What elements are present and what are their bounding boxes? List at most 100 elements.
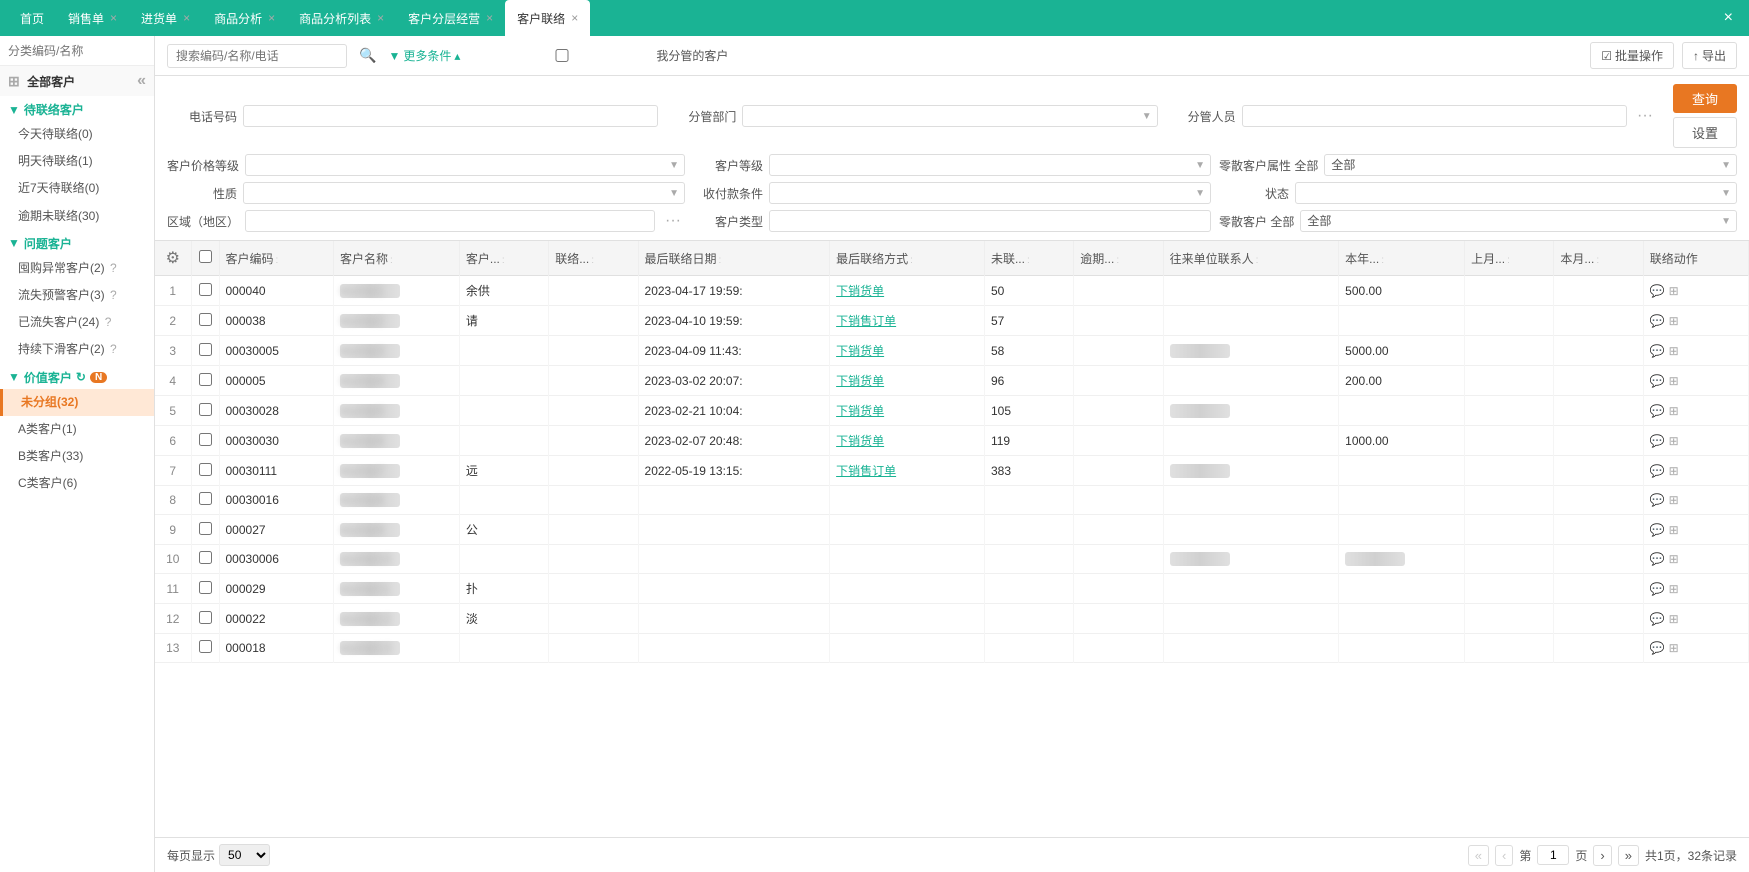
chat-icon[interactable]: 💬 (1650, 314, 1665, 328)
query-button[interactable]: 查询 (1673, 84, 1737, 113)
sidebar-item-churned[interactable]: 已流失客户(24) ? (0, 309, 154, 336)
close-icon[interactable]: × (268, 11, 275, 25)
cell-checkbox[interactable] (191, 276, 219, 306)
tab-product-analysis-list[interactable]: 商品分析列表 × (287, 0, 396, 36)
sidebar-item-declining[interactable]: 持续下滑客户(2) ? (0, 336, 154, 363)
cell-checkbox[interactable] (191, 336, 219, 366)
row-checkbox[interactable] (199, 551, 212, 564)
chat-icon[interactable]: 💬 (1650, 284, 1665, 298)
more-action-icon[interactable]: ⊞ (1669, 493, 1679, 507)
chat-icon[interactable]: 💬 (1650, 612, 1665, 626)
cell-checkbox[interactable] (191, 515, 219, 545)
prev-page-button[interactable]: ‹ (1495, 845, 1513, 866)
more-action-icon[interactable]: ⊞ (1669, 284, 1679, 298)
close-icon[interactable]: × (183, 11, 190, 25)
chat-icon[interactable]: 💬 (1650, 582, 1665, 596)
row-checkbox[interactable] (199, 463, 212, 476)
more-action-icon[interactable]: ⊞ (1669, 344, 1679, 358)
sidebar-item-overdue-pending[interactable]: 逾期未联络(30) (0, 203, 154, 230)
col-checkbox-header[interactable] (191, 241, 219, 276)
cell-checkbox[interactable] (191, 306, 219, 336)
group-problem-customers[interactable]: ▼ 问题客户 (0, 230, 154, 255)
last-method-link[interactable]: 下销货单 (836, 374, 884, 388)
search-input[interactable] (167, 44, 347, 68)
my-customers-checkbox[interactable] (472, 49, 652, 62)
more-action-icon[interactable]: ⊞ (1669, 374, 1679, 388)
group-value-customers[interactable]: ▼ 价值客户 ↻ N (0, 364, 154, 389)
search-icon[interactable]: 🔍 (359, 47, 376, 64)
row-checkbox[interactable] (199, 611, 212, 624)
row-checkbox[interactable] (199, 343, 212, 356)
filter-cust-type-input[interactable] (769, 210, 1211, 232)
more-action-icon[interactable]: ⊞ (1669, 314, 1679, 328)
row-checkbox[interactable] (199, 373, 212, 386)
last-method-link[interactable]: 下销货单 (836, 344, 884, 358)
cell-checkbox[interactable] (191, 634, 219, 663)
all-customers-header[interactable]: ⊞ 全部客户 « (0, 66, 154, 96)
row-checkbox[interactable] (199, 283, 212, 296)
sidebar-search-input[interactable] (8, 44, 155, 58)
tab-sales-order[interactable]: 销售单 × (56, 0, 129, 36)
reset-button[interactable]: 设置 (1673, 117, 1737, 148)
more-action-icon[interactable]: ⊞ (1669, 464, 1679, 478)
filter-dept-select[interactable] (742, 105, 1157, 127)
cell-checkbox[interactable] (191, 366, 219, 396)
cell-checkbox[interactable] (191, 604, 219, 634)
last-method-link[interactable]: 下销货单 (836, 434, 884, 448)
chat-icon[interactable]: 💬 (1650, 552, 1665, 566)
first-page-button[interactable]: « (1468, 845, 1489, 866)
sidebar-item-class-a[interactable]: A类客户(1) (0, 416, 154, 443)
cell-checkbox[interactable] (191, 456, 219, 486)
tab-customer-tier[interactable]: 客户分层经营 × (396, 0, 505, 36)
cell-checkbox[interactable] (191, 486, 219, 515)
chat-icon[interactable]: 💬 (1650, 493, 1665, 507)
chat-icon[interactable]: 💬 (1650, 641, 1665, 655)
sidebar-item-churn-warning[interactable]: 流失预警客户(3) ? (0, 282, 154, 309)
more-action-icon[interactable]: ⊞ (1669, 582, 1679, 596)
chat-icon[interactable]: 💬 (1650, 464, 1665, 478)
row-checkbox[interactable] (199, 433, 212, 446)
more-action-icon[interactable]: ⊞ (1669, 612, 1679, 626)
more-action-icon[interactable]: ⊞ (1669, 641, 1679, 655)
last-method-link[interactable]: 下销货单 (836, 284, 884, 298)
chat-icon[interactable]: 💬 (1650, 374, 1665, 388)
my-customers-filter[interactable]: 我分管的客户 (472, 47, 728, 64)
tab-customer-contact[interactable]: 客户联络 × (505, 0, 590, 36)
cell-checkbox[interactable] (191, 396, 219, 426)
batch-ops-button[interactable]: ☑ 批量操作 (1590, 42, 1674, 69)
row-checkbox[interactable] (199, 403, 212, 416)
last-method-link[interactable]: 下销售订单 (836, 314, 896, 328)
filter-retail-select[interactable]: 全部 (1300, 210, 1737, 232)
more-action-icon[interactable]: ⊞ (1669, 552, 1679, 566)
last-method-link[interactable]: 下销售订单 (836, 464, 896, 478)
chat-icon[interactable]: 💬 (1650, 344, 1665, 358)
filter-payment-select[interactable] (769, 182, 1211, 204)
filter-retail-attr-select[interactable]: 全部 (1324, 154, 1737, 176)
filter-region-input[interactable] (245, 210, 655, 232)
refresh-icon[interactable]: ↻ (76, 370, 86, 384)
chat-icon[interactable]: 💬 (1650, 434, 1665, 448)
tab-home[interactable]: 首页 (8, 0, 56, 36)
close-icon[interactable]: × (571, 11, 578, 25)
cell-checkbox[interactable] (191, 545, 219, 574)
close-all-button[interactable]: × (1716, 9, 1741, 27)
close-icon[interactable]: × (377, 11, 384, 25)
more-icon[interactable]: ··· (1633, 107, 1657, 125)
row-checkbox[interactable] (199, 581, 212, 594)
close-icon[interactable]: × (486, 11, 493, 25)
last-page-button[interactable]: » (1618, 845, 1639, 866)
filter-customer-tier-select[interactable] (769, 154, 1211, 176)
gear-icon[interactable]: ⚙ (166, 250, 180, 267)
row-checkbox[interactable] (199, 640, 212, 653)
cell-checkbox[interactable] (191, 574, 219, 604)
sidebar-item-7day-pending[interactable]: 近7天待联络(0) (0, 175, 154, 202)
next-page-button[interactable]: › (1593, 845, 1611, 866)
sidebar-item-today-pending[interactable]: 今天待联络(0) (0, 121, 154, 148)
more-action-icon[interactable]: ⊞ (1669, 523, 1679, 537)
close-icon[interactable]: × (110, 11, 117, 25)
sidebar-item-class-b[interactable]: B类客户(33) (0, 443, 154, 470)
page-number-input[interactable] (1537, 845, 1569, 865)
cell-checkbox[interactable] (191, 426, 219, 456)
more-action-icon[interactable]: ⊞ (1669, 404, 1679, 418)
per-page-select[interactable]: 20 50 100 (219, 844, 270, 866)
